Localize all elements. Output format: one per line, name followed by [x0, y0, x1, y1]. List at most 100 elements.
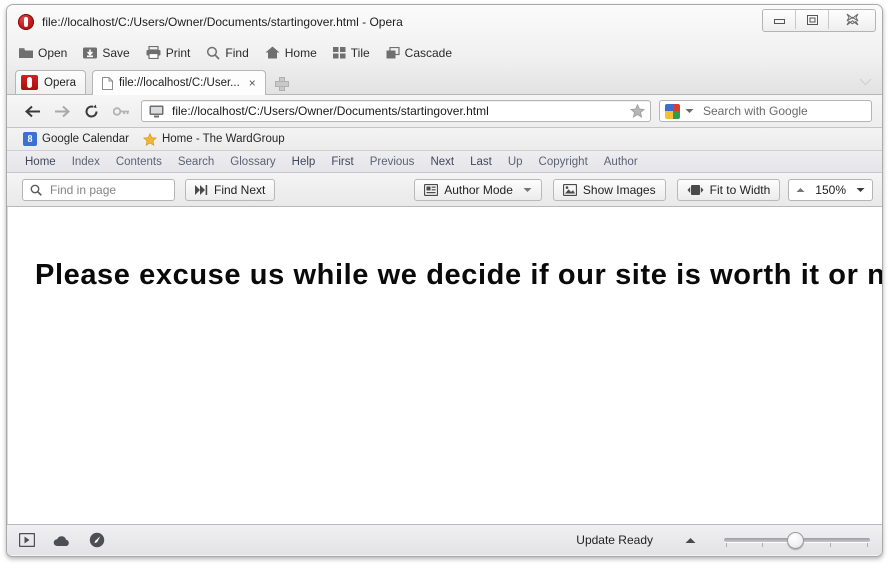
browser-tab[interactable]: file://localhost/C:/User... × — [91, 70, 266, 95]
forward-button[interactable] — [47, 99, 77, 123]
url-text: file://localhost/C:/Users/Owner/Document… — [172, 104, 489, 118]
bookmark-label: Google Calendar — [42, 133, 129, 145]
zoom-slider-knob[interactable] — [787, 532, 804, 549]
author-mode-chevron-down-icon[interactable] — [523, 187, 532, 193]
find-input[interactable]: Find in page — [22, 178, 175, 201]
search-placeholder: Search with Google — [703, 104, 808, 118]
tile-button[interactable]: Tile — [332, 45, 370, 60]
google-logo-icon — [665, 103, 680, 119]
address-bar: file://localhost/C:/Users/Owner/Document… — [7, 95, 882, 128]
panel-toggle-icon[interactable] — [19, 533, 35, 547]
update-status-label: Update Ready — [576, 533, 653, 547]
home-label: Home — [284, 45, 317, 60]
navlink-author[interactable]: Author — [604, 156, 638, 168]
folder-icon — [19, 47, 33, 58]
zoom-slider-tick — [726, 543, 727, 547]
magnifier-icon — [207, 46, 221, 60]
url-bar[interactable]: file://localhost/C:/Users/Owner/Document… — [141, 100, 651, 122]
navlink-next[interactable]: Next — [430, 156, 454, 168]
author-mode-button[interactable]: Author Mode — [414, 178, 542, 201]
navlink-search[interactable]: Search — [178, 156, 214, 168]
find-placeholder: Find in page — [50, 182, 117, 197]
page-content-area: Please excuse us while we decide if our … — [7, 207, 882, 524]
save-label: Save — [102, 45, 130, 60]
cascade-button[interactable]: Cascade — [386, 46, 452, 60]
find-label: Find — [225, 45, 249, 60]
search-box[interactable]: Search with Google — [659, 100, 872, 122]
magnifier-icon — [30, 184, 42, 196]
security-key-button[interactable] — [107, 99, 137, 123]
open-label: Open — [38, 45, 68, 60]
opera-menu-tab[interactable]: Opera — [15, 70, 86, 94]
status-bar: Update Ready — [7, 524, 882, 555]
quick-toolbar: Open Save Print Find Home Tile Cascade — [7, 39, 882, 66]
search-engine-chevron-down-icon[interactable] — [685, 108, 694, 114]
tile-label: Tile — [350, 45, 370, 60]
restore-button[interactable] — [796, 10, 829, 29]
arrow-left-icon — [24, 105, 40, 117]
tile-windows-icon — [332, 46, 346, 58]
navlink-last[interactable]: Last — [470, 156, 492, 168]
print-button[interactable]: Print — [146, 45, 191, 60]
author-mode-label: Author Mode — [444, 182, 513, 197]
printer-icon — [146, 46, 161, 59]
cascade-windows-icon — [386, 46, 400, 58]
bookmark-home-wardgroup[interactable]: Home - The WardGroup — [142, 132, 285, 146]
bookmark-google-calendar[interactable]: 8 Google Calendar — [23, 132, 129, 146]
zoom-chevron-up-icon[interactable] — [796, 187, 805, 193]
monitor-icon — [142, 105, 170, 118]
navlink-first[interactable]: First — [331, 156, 353, 168]
home-icon — [265, 46, 280, 59]
fit-to-width-button[interactable]: Fit to Width — [676, 178, 781, 201]
status-chevron-up-icon[interactable] — [685, 537, 696, 544]
page-heading: Please excuse us while we decide if our … — [35, 259, 882, 291]
find-button[interactable]: Find — [206, 45, 249, 60]
find-next-button[interactable]: Find Next — [185, 178, 276, 201]
home-button[interactable]: Home — [265, 46, 317, 60]
navlink-index[interactable]: Index — [72, 156, 100, 168]
open-button[interactable]: Open — [19, 46, 67, 60]
save-button[interactable]: Save — [83, 45, 130, 60]
navlink-help[interactable]: Help — [292, 156, 316, 168]
zoom-slider-tick — [830, 543, 831, 547]
find-and-view-toolbar: Find in page Find Next Author Mode Show … — [7, 173, 882, 207]
tab-close-icon[interactable]: × — [249, 77, 256, 89]
navlink-contents[interactable]: Contents — [116, 156, 162, 168]
show-images-label: Show Images — [582, 182, 656, 197]
navlink-up[interactable]: Up — [508, 156, 523, 168]
zoom-level-control[interactable]: 150% — [788, 178, 873, 201]
bookmark-star-icon[interactable] — [624, 104, 650, 118]
window-title: file://localhost/C:/Users/Owner/Document… — [42, 15, 403, 29]
navlink-home[interactable]: Home — [25, 156, 56, 168]
reload-button[interactable] — [77, 99, 107, 123]
zoom-slider-tick — [762, 543, 763, 547]
opera-logo-icon — [21, 75, 38, 90]
arrow-right-icon — [54, 105, 70, 117]
save-download-icon — [83, 47, 98, 58]
navlink-copyright[interactable]: Copyright — [539, 156, 588, 168]
navlink-glossary[interactable]: Glossary — [230, 156, 275, 168]
navlink-previous[interactable]: Previous — [370, 156, 415, 168]
cloud-icon[interactable] — [53, 534, 71, 547]
close-button[interactable] — [829, 10, 875, 29]
opera-tab-label: Opera — [44, 76, 76, 89]
zoom-chevron-down-icon[interactable] — [856, 187, 865, 193]
title-bar-left: file://localhost/C:/Users/Owner/Document… — [7, 5, 882, 39]
page-document-icon — [101, 76, 113, 90]
zoom-slider[interactable] — [724, 532, 870, 549]
print-label: Print — [165, 45, 191, 60]
zoom-level-value: 150% — [815, 182, 846, 197]
show-images-button[interactable]: Show Images — [552, 178, 666, 201]
fast-forward-icon — [195, 184, 208, 195]
window-controls — [762, 9, 876, 32]
new-tab-plus-icon[interactable] — [274, 77, 289, 91]
tab-title: file://localhost/C:/User... — [118, 77, 240, 89]
tab-overflow-chevron-down-icon[interactable] — [859, 75, 872, 89]
bookmarks-bar: 8 Google Calendar Home - The WardGroup — [7, 128, 882, 151]
title-bar: file://localhost/C:/Users/Owner/Document… — [7, 5, 882, 39]
speed-dial-gauge-icon[interactable] — [89, 532, 105, 548]
minimize-button[interactable] — [763, 10, 796, 29]
key-icon — [113, 106, 129, 116]
back-button[interactable] — [17, 99, 47, 123]
zoom-slider-tick — [867, 543, 868, 547]
